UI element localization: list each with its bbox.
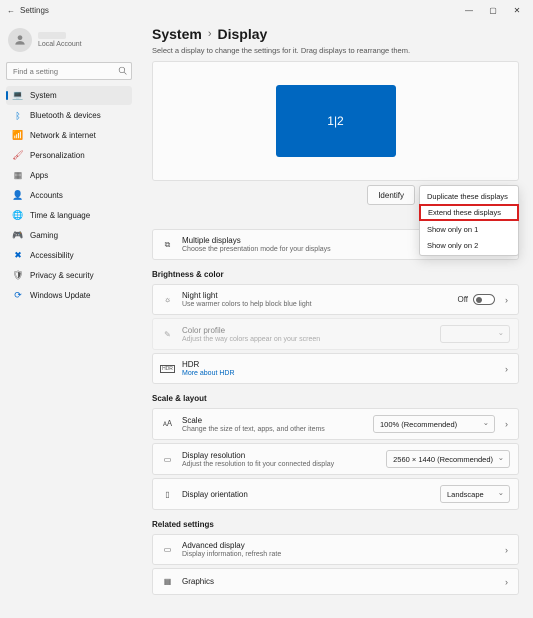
sidebar-item-personalization[interactable]: 🖌 Personalization bbox=[6, 146, 132, 165]
advanced-display-card[interactable]: ▭ Advanced display Display information, … bbox=[152, 534, 519, 565]
nav-icon: 🎮 bbox=[13, 231, 23, 241]
nav-icon: 🖌 bbox=[13, 151, 23, 161]
nav-label: Network & internet bbox=[30, 131, 96, 140]
chevron-right-icon: › bbox=[503, 419, 510, 429]
night-light-card[interactable]: ☼ Night light Use warmer colors to help … bbox=[152, 284, 519, 315]
sidebar-item-windows-update[interactable]: ⟳ Windows Update bbox=[6, 286, 132, 305]
sidebar-item-privacy-security[interactable]: 🛡 Privacy & security bbox=[6, 266, 132, 285]
page-subtitle: Select a display to change the settings … bbox=[152, 46, 519, 55]
sidebar-item-network-internet[interactable]: 📶 Network & internet bbox=[6, 126, 132, 145]
orientation-card[interactable]: ▯ Display orientation Landscape bbox=[152, 478, 519, 510]
dropdown-option[interactable]: Show only on 2 bbox=[420, 237, 518, 253]
monitor-tile[interactable]: 1|2 bbox=[276, 85, 396, 157]
sidebar-item-accessibility[interactable]: ✖ Accessibility bbox=[6, 246, 132, 265]
avatar-icon bbox=[8, 28, 32, 52]
color-profile-icon: ✎ bbox=[161, 328, 174, 341]
section-scale: Scale & layout bbox=[152, 394, 519, 403]
nav-label: System bbox=[30, 91, 57, 100]
nav-label: Personalization bbox=[30, 151, 85, 160]
resolution-select[interactable]: 2560 × 1440 (Recommended) bbox=[386, 450, 510, 468]
nav-icon: ✖ bbox=[13, 251, 23, 261]
section-related: Related settings bbox=[152, 520, 519, 529]
nav-icon: 👤 bbox=[13, 191, 23, 201]
presentation-mode-dropdown[interactable]: Duplicate these displaysExtend these dis… bbox=[419, 185, 519, 256]
identify-button[interactable]: Identify bbox=[367, 185, 415, 205]
monitor-arrangement[interactable]: 1|2 bbox=[152, 61, 519, 181]
scale-select[interactable]: 100% (Recommended) bbox=[373, 415, 495, 433]
nav-label: Bluetooth & devices bbox=[30, 111, 101, 120]
monitors-icon: ⧉ bbox=[161, 238, 174, 251]
night-light-icon: ☼ bbox=[161, 293, 174, 306]
sidebar-item-system[interactable]: 💻 System bbox=[6, 86, 132, 105]
nav-label: Windows Update bbox=[30, 291, 90, 300]
chevron-right-icon: › bbox=[503, 295, 510, 305]
search-input[interactable] bbox=[6, 62, 132, 80]
breadcrumb: System › Display bbox=[152, 26, 519, 42]
back-button[interactable]: ← bbox=[4, 6, 18, 15]
chevron-right-icon: › bbox=[503, 577, 510, 587]
scale-icon: 🗚 bbox=[161, 418, 174, 431]
main-content: System › Display Select a display to cha… bbox=[138, 20, 533, 618]
nav-icon: 🛡 bbox=[13, 271, 23, 281]
resolution-icon: ▭ bbox=[161, 453, 174, 466]
dropdown-option[interactable]: Show only on 1 bbox=[420, 221, 518, 237]
nav-label: Gaming bbox=[30, 231, 58, 240]
breadcrumb-parent[interactable]: System bbox=[152, 26, 202, 42]
chevron-right-icon: › bbox=[503, 364, 510, 374]
chevron-right-icon: › bbox=[503, 545, 510, 555]
hdr-icon: HDR bbox=[161, 362, 174, 375]
orientation-select[interactable]: Landscape bbox=[440, 485, 510, 503]
profile-block[interactable]: Local Account bbox=[6, 24, 132, 56]
sidebar-item-time-language[interactable]: 🌐 Time & language bbox=[6, 206, 132, 225]
nav-label: Apps bbox=[30, 171, 48, 180]
profile-subtitle: Local Account bbox=[38, 41, 82, 48]
night-light-toggle[interactable] bbox=[473, 294, 495, 305]
color-profile-card: ✎ Color profile Adjust the way colors ap… bbox=[152, 318, 519, 350]
nav-label: Privacy & security bbox=[30, 271, 94, 280]
sidebar-item-gaming[interactable]: 🎮 Gaming bbox=[6, 226, 132, 245]
sidebar-item-accounts[interactable]: 👤 Accounts bbox=[6, 186, 132, 205]
window-title: Settings bbox=[20, 6, 49, 15]
nav-icon: ▦ bbox=[13, 171, 23, 181]
nav-icon: 📶 bbox=[13, 131, 23, 141]
hdr-card[interactable]: HDR HDR More about HDR › bbox=[152, 353, 519, 384]
sidebar: Local Account 💻 System ᛒ Bluetooth & device… bbox=[0, 20, 138, 618]
resolution-card[interactable]: ▭ Display resolution Adjust the resoluti… bbox=[152, 443, 519, 475]
graphics-card[interactable]: ▦ Graphics › bbox=[152, 568, 519, 595]
nav-label: Accessibility bbox=[30, 251, 74, 260]
sidebar-item-apps[interactable]: ▦ Apps bbox=[6, 166, 132, 185]
dropdown-option[interactable]: Duplicate these displays bbox=[420, 188, 518, 204]
sidebar-item-bluetooth-devices[interactable]: ᛒ Bluetooth & devices bbox=[6, 106, 132, 125]
graphics-icon: ▦ bbox=[161, 575, 174, 588]
hdr-link[interactable]: More about HDR bbox=[182, 370, 495, 377]
nav-icon: 🌐 bbox=[13, 211, 23, 221]
nav-label: Time & language bbox=[30, 211, 90, 220]
maximize-button[interactable]: ▢ bbox=[481, 0, 505, 20]
dropdown-option[interactable]: Extend these displays bbox=[419, 204, 519, 221]
advanced-display-icon: ▭ bbox=[161, 543, 174, 556]
nav-icon: 💻 bbox=[13, 91, 23, 101]
scale-card[interactable]: 🗚 Scale Change the size of text, apps, a… bbox=[152, 408, 519, 440]
nav-label: Accounts bbox=[30, 191, 63, 200]
breadcrumb-current: Display bbox=[217, 26, 267, 42]
profile-name bbox=[38, 32, 66, 39]
close-button[interactable]: ✕ bbox=[505, 0, 529, 20]
color-profile-select bbox=[440, 325, 510, 343]
nav-icon: ⟳ bbox=[13, 291, 23, 301]
section-brightness: Brightness & color bbox=[152, 270, 519, 279]
nav-icon: ᛒ bbox=[13, 111, 23, 121]
search-icon bbox=[118, 66, 127, 75]
minimize-button[interactable]: — bbox=[457, 0, 481, 20]
orientation-icon: ▯ bbox=[161, 488, 174, 501]
chevron-right-icon: › bbox=[208, 28, 212, 40]
